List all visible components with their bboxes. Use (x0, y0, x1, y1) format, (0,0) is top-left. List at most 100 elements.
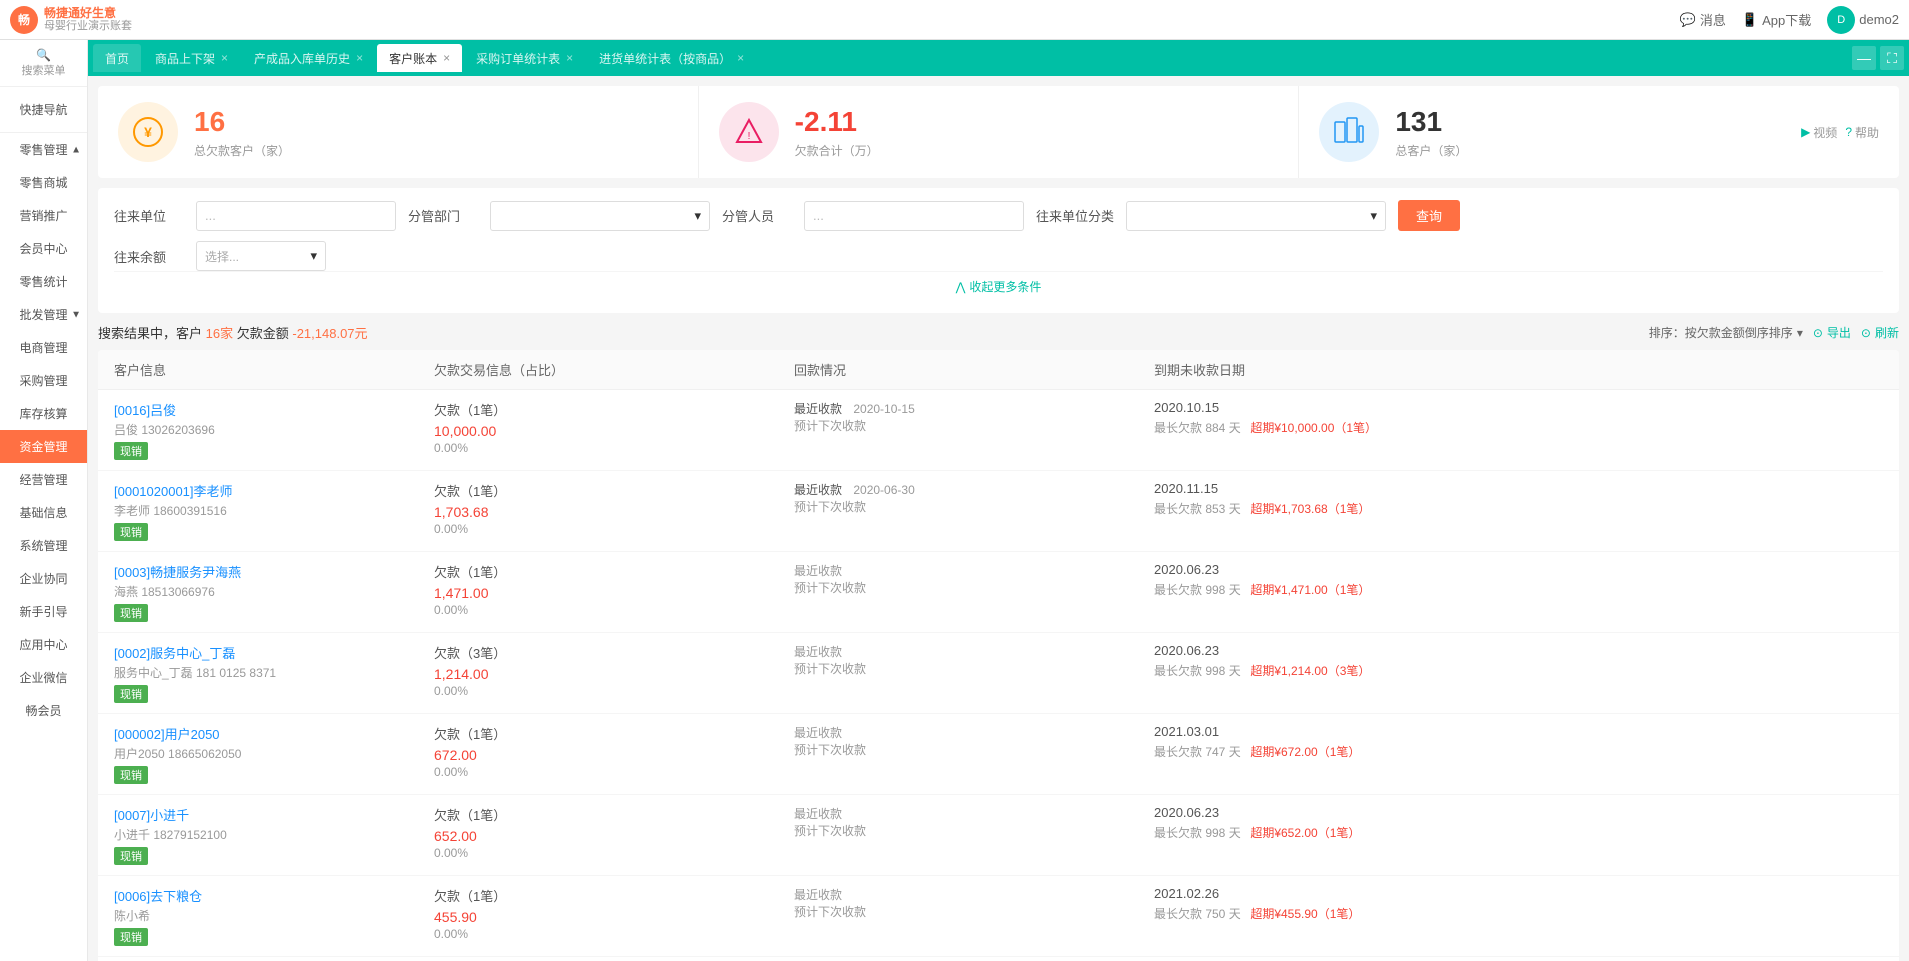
last-collection-5: 最近收款 (794, 805, 1154, 822)
next-collection-3: 预计下次收款 (794, 660, 1154, 677)
filter-label-category: 往来单位分类 (1036, 206, 1114, 225)
filter-input-unit[interactable]: ... (196, 201, 396, 231)
arrow-icon: ▲ (71, 144, 81, 155)
overdue-link-6[interactable]: 超期¥455.90（1笔） (1250, 907, 1360, 921)
col-header-debt: 欠款交易信息（占比） (434, 360, 794, 379)
sidebar-item-quick-nav[interactable]: 快捷导航 (0, 93, 87, 126)
table-row: [0006]去下粮仓 陈小希 现销 欠款（1笔） 455.90 0.00% 最近… (98, 876, 1899, 957)
stat-card-total-customers: 131 总客户（家） ▶ 视频 ? 帮助 (1299, 86, 1899, 178)
sidebar-item-purchase-mgmt[interactable]: 采购管理 (0, 364, 87, 397)
customer-tag-4: 现销 (114, 766, 148, 784)
sidebar-item-enterprise-collab[interactable]: 企业协同 (0, 562, 87, 595)
customer-name-link-2[interactable]: [0003]畅捷服务尹海燕 (114, 562, 434, 581)
sidebar-item-basic-info[interactable]: 基础信息 (0, 496, 87, 529)
last-collection-3: 最近收款 (794, 643, 1154, 660)
sidebar-item-app-center[interactable]: 应用中心 (0, 628, 87, 661)
tab-close-customer-ledger[interactable]: × (443, 51, 450, 65)
debt-amount-6: 455.90 (434, 909, 794, 925)
customer-name-link-3[interactable]: [0002]服务中心_丁磊 (114, 643, 434, 662)
overdue-link-1[interactable]: 超期¥1,703.68（1笔） (1250, 502, 1370, 516)
customer-info-6: [0006]去下粮仓 陈小希 现销 (114, 886, 434, 946)
sidebar-item-ecom-mgmt[interactable]: 电商管理 (0, 331, 87, 364)
tab-goods-listing[interactable]: 商品上下架 × (143, 44, 240, 72)
help-btn[interactable]: ? 帮助 (1845, 124, 1879, 141)
chevron-down-icon-dept: ▾ (694, 208, 701, 224)
tab-stock-history[interactable]: 产成品入库单历史 × (242, 44, 375, 72)
debt-info-1: 欠款（1笔） 1,703.68 0.00% (434, 481, 794, 541)
stats-row: ¥ 16 总欠款客户（家） ! (98, 86, 1899, 178)
sort-chevron-icon: ▾ (1797, 326, 1803, 340)
view-video-btn[interactable]: ▶ 视频 (1801, 124, 1837, 141)
sidebar-item-enterprise-wechat[interactable]: 企业微信 (0, 661, 87, 694)
sidebar-item-changhui[interactable]: 畅会员 (0, 694, 87, 727)
search-menu-btn[interactable]: 🔍 搜索菜单 (0, 40, 87, 87)
sidebar-item-capital-mgmt[interactable]: 资金管理 (0, 430, 87, 463)
filter-label-person: 分管人员 (722, 206, 792, 225)
overdue-link-2[interactable]: 超期¥1,471.00（1笔） (1250, 583, 1370, 597)
debt-amount-4: 672.00 (434, 747, 794, 763)
app-download-btn[interactable]: 📱 App下载 (1742, 10, 1811, 29)
debt-total-value: -2.11 (795, 106, 879, 138)
collapse-icon: ⋀ (956, 280, 966, 294)
overdue-link-5[interactable]: 超期¥652.00（1笔） (1250, 826, 1360, 840)
customer-name-link-5[interactable]: [0007]小进千 (114, 805, 434, 824)
tab-home[interactable]: 首页 (93, 44, 141, 72)
customer-count-value: 16家 (206, 326, 233, 341)
customer-name-link-6[interactable]: [0006]去下粮仓 (114, 886, 434, 905)
minimize-btn[interactable]: — (1852, 46, 1876, 70)
sort-button[interactable]: 排序：按欠款金额倒序排序 ▾ (1649, 324, 1803, 341)
customer-tag-6: 现销 (114, 928, 148, 946)
filter-select-balance[interactable]: 选择... ▾ (196, 241, 326, 271)
debt-percent-3: 0.00% (434, 684, 794, 698)
sidebar-item-retail-mall[interactable]: 零售商城 (0, 166, 87, 199)
due-date-2: 2020.06.23 (1154, 562, 1883, 577)
customer-name-link-1[interactable]: [0001020001]李老师 (114, 481, 434, 500)
overdue-link-0[interactable]: 超期¥10,000.00（1笔） (1250, 421, 1377, 435)
last-collection-1: 最近收款 2020-06-30 (794, 481, 1154, 498)
sidebar-item-member-center[interactable]: 会员中心 (0, 232, 87, 265)
tab-close-stock-stats[interactable]: × (737, 51, 744, 65)
table-header: 客户信息 欠款交易信息（占比） 回款情况 到期未收款日期 (98, 350, 1899, 390)
refresh-button[interactable]: ⊙ 刷新 (1861, 324, 1899, 341)
sidebar-item-marketing[interactable]: 营销推广 (0, 199, 87, 232)
sidebar-item-wholesale-mgmt[interactable]: 批发管理 ▼ (0, 298, 87, 331)
filter-select-dept[interactable]: ▾ (490, 201, 710, 231)
sidebar-item-newbie-guide[interactable]: 新手引导 (0, 595, 87, 628)
sidebar-item-operation-mgmt[interactable]: 经营管理 (0, 463, 87, 496)
customer-info-2: [0003]畅捷服务尹海燕 海燕 18513066976 现销 (114, 562, 434, 622)
customer-name-link-0[interactable]: [0016]吕俊 (114, 400, 434, 419)
tab-close-goods-listing[interactable]: × (221, 51, 228, 65)
tab-purchase-stats[interactable]: 采购订单统计表 × (464, 44, 585, 72)
sidebar-item-inventory-accounting[interactable]: 库存核算 (0, 397, 87, 430)
maximize-btn[interactable]: ⛶ (1880, 46, 1904, 70)
tab-close-purchase-stats[interactable]: × (566, 51, 573, 65)
next-collection-4: 预计下次收款 (794, 741, 1154, 758)
filter-select-category[interactable]: ▾ (1126, 201, 1386, 231)
message-btn[interactable]: 💬 消息 (1680, 10, 1726, 29)
debt-percent-6: 0.00% (434, 927, 794, 941)
stat-card-debt-total: ! -2.11 欠款合计（万） (699, 86, 1300, 178)
recovery-info-3: 最近收款 预计下次收款 (794, 643, 1154, 703)
customer-name-link-4[interactable]: [000002]用户2050 (114, 724, 434, 743)
stat-card-debt-total-info: -2.11 欠款合计（万） (795, 106, 879, 159)
customer-info-0: [0016]吕俊 吕俊 13026203696 现销 (114, 400, 434, 460)
recovery-info-6: 最近收款 预计下次收款 (794, 886, 1154, 946)
tab-customer-ledger[interactable]: 客户账本 × (377, 44, 462, 72)
sidebar-item-system-mgmt[interactable]: 系统管理 (0, 529, 87, 562)
collapse-filters-btn[interactable]: ⋀ 收起更多条件 (114, 271, 1883, 301)
search-button[interactable]: 查询 (1398, 200, 1460, 231)
main-content: ¥ 16 总欠款客户（家） ! (88, 76, 1909, 961)
debt-amount-value: -21,148.07元 (292, 326, 367, 341)
sidebar-item-retail-mgmt[interactable]: 零售管理 ▲ (0, 133, 87, 166)
tab-close-stock-history[interactable]: × (356, 51, 363, 65)
debt-amount-5: 652.00 (434, 828, 794, 844)
user-avatar[interactable]: D demo2 (1827, 6, 1899, 34)
export-button[interactable]: ⊙ 导出 (1813, 324, 1851, 341)
svg-text:!: ! (747, 131, 750, 142)
overdue-link-3[interactable]: 超期¥1,214.00（3笔） (1250, 664, 1370, 678)
filter-input-person[interactable]: ... (804, 201, 1024, 231)
debt-customers-icon: ¥ (118, 102, 178, 162)
tab-stock-stats[interactable]: 进货单统计表（按商品） × (587, 44, 756, 72)
overdue-link-4[interactable]: 超期¥672.00（1笔） (1250, 745, 1360, 759)
sidebar-item-retail-stats[interactable]: 零售统计 (0, 265, 87, 298)
